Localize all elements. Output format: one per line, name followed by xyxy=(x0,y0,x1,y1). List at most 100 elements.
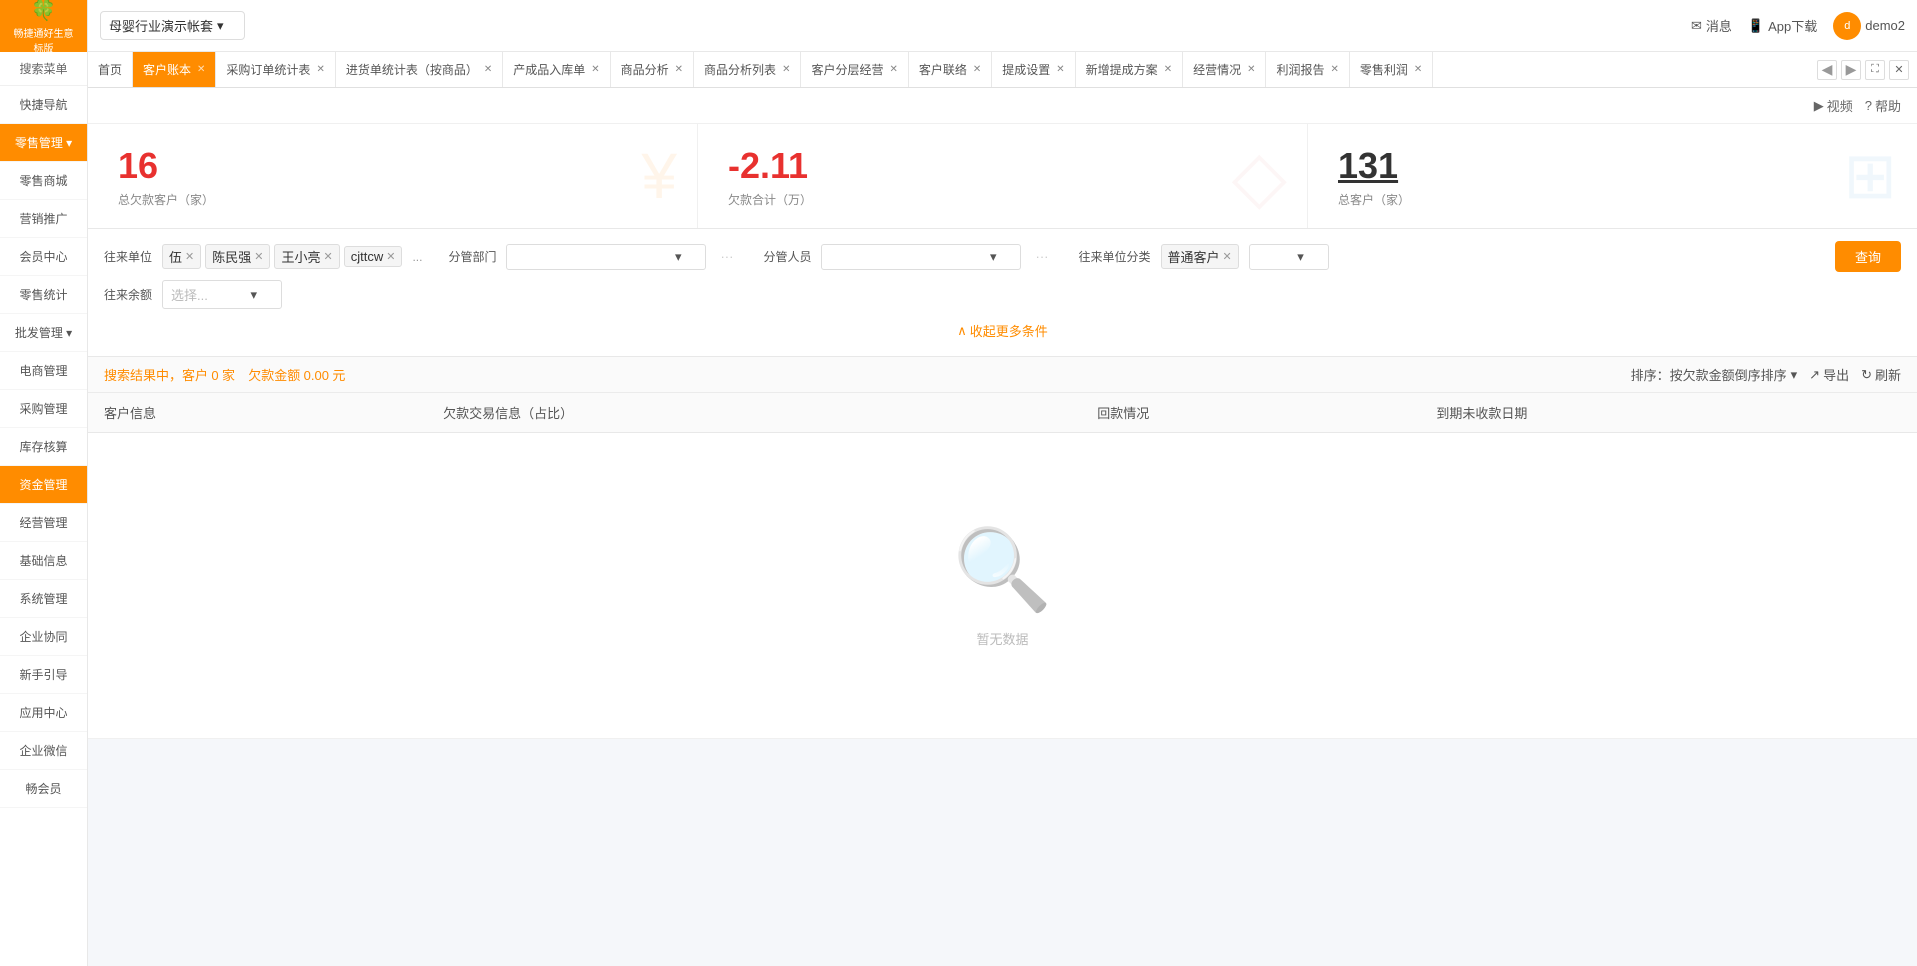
sort-chevron: ▾ xyxy=(1791,367,1798,383)
stat-card-1: ◇ -2.11 欠款合计（万） xyxy=(698,124,1308,228)
sidebar-item-10[interactable]: 经营管理 xyxy=(0,504,87,542)
sidebar-item-8[interactable]: 库存核算 xyxy=(0,428,87,466)
tab-11[interactable]: 经营情况✕ xyxy=(1183,52,1266,88)
tab-fullscreen[interactable]: ⛶ xyxy=(1865,60,1885,80)
tab-3[interactable]: 进货单统计表（按商品）✕ xyxy=(336,52,503,88)
message-icon: ✉ xyxy=(1691,18,1702,34)
tab-9[interactable]: 提成设置✕ xyxy=(992,52,1075,88)
tab-close-8[interactable]: ✕ xyxy=(973,64,981,75)
stat-card-2: ⊞ 131 总客户（家） xyxy=(1308,124,1917,228)
filter-more-btn[interactable]: ... xyxy=(412,250,422,264)
tab-close-6[interactable]: ✕ xyxy=(782,64,790,75)
tab-close-9[interactable]: ✕ xyxy=(1056,64,1064,75)
user-menu[interactable]: d demo2 xyxy=(1833,12,1905,40)
sidebar-item-11[interactable]: 基础信息 xyxy=(0,542,87,580)
person-select-extra[interactable]: ··· xyxy=(1035,249,1048,264)
tab-7[interactable]: 客户分层经营✕ xyxy=(801,52,908,88)
refresh-btn[interactable]: ↻ 刷新 xyxy=(1861,365,1901,384)
dept-select-extra[interactable]: ··· xyxy=(720,249,733,264)
tab-5[interactable]: 商品分析✕ xyxy=(611,52,694,88)
tab-8[interactable]: 客户联络✕ xyxy=(909,52,992,88)
filter-label-dept: 分管部门 xyxy=(448,248,496,265)
sidebar-item-14[interactable]: 新手引导 xyxy=(0,656,87,694)
quick-nav[interactable]: 快捷导航 xyxy=(0,86,87,124)
unit-tag-remove-0[interactable]: ✕ xyxy=(185,250,194,263)
message-btn[interactable]: ✉ 消息 xyxy=(1691,16,1732,35)
tab-1[interactable]: 客户账本✕ xyxy=(133,52,216,88)
category-select[interactable]: ▾ xyxy=(1249,244,1329,270)
tab-close-4[interactable]: ✕ xyxy=(591,64,599,75)
tab-close-11[interactable]: ✕ xyxy=(1247,64,1255,75)
sidebar-item-7[interactable]: 采购管理 xyxy=(0,390,87,428)
app-download-btn[interactable]: 📱 App下载 xyxy=(1748,16,1817,35)
sidebar-item-3[interactable]: 会员中心 xyxy=(0,238,87,276)
category-tag-0-remove[interactable]: ✕ xyxy=(1223,250,1232,263)
collapse-btn[interactable]: ∧ 收起更多条件 xyxy=(104,317,1901,344)
sidebar-item-16[interactable]: 企业微信 xyxy=(0,732,87,770)
tab-10[interactable]: 新增提成方案✕ xyxy=(1076,52,1183,88)
store-selector[interactable]: 母婴行业演示帐套 ▾ xyxy=(100,11,245,40)
unit-tag-3: cjttcw✕ xyxy=(344,246,403,267)
tab-4[interactable]: 产成品入库单✕ xyxy=(503,52,610,88)
sidebar-item-12[interactable]: 系统管理 xyxy=(0,580,87,618)
stat-value-2: 131 xyxy=(1338,144,1398,187)
sidebar-item-4[interactable]: 零售统计 xyxy=(0,276,87,314)
sidebar-item-1[interactable]: 零售商城 xyxy=(0,162,87,200)
person-select[interactable]: ▾ xyxy=(821,244,1021,270)
category-tag-0: 普通客户 ✕ xyxy=(1161,244,1239,269)
topbar-right: ✉ 消息 📱 App下载 d demo2 xyxy=(1691,12,1905,40)
video-link[interactable]: ▶ 视频 xyxy=(1814,96,1853,115)
unit-tag-0: 伍✕ xyxy=(162,244,201,269)
balance-select[interactable]: 选择... ▾ xyxy=(162,280,282,309)
tab-6[interactable]: 商品分析列表✕ xyxy=(694,52,801,88)
stats-section: ▶ 视频 ? 帮助 ¥ 16 总欠款客户（家） ◇ -2.11 欠款合计（万） … xyxy=(88,88,1917,229)
tab-close-7[interactable]: ✕ xyxy=(889,64,897,75)
download-icon: 📱 xyxy=(1748,18,1764,34)
unit-tag-remove-1[interactable]: ✕ xyxy=(254,250,263,263)
tab-13[interactable]: 零售利润✕ xyxy=(1350,52,1433,88)
dept-select[interactable]: ▾ xyxy=(506,244,706,270)
tab-close-10[interactable]: ✕ xyxy=(1164,64,1172,75)
result-actions: 排序：按欠款金额倒序排序 ▾ ↗ 导出 ↻ 刷新 xyxy=(1631,365,1901,384)
filter-row-2: 往来余额 选择... ▾ xyxy=(104,280,1901,309)
tab-close-1[interactable]: ✕ xyxy=(197,64,205,75)
tab-0[interactable]: 首页 xyxy=(88,52,133,88)
stat-label-2: 总客户（家） xyxy=(1338,191,1410,208)
sidebar-item-15[interactable]: 应用中心 xyxy=(0,694,87,732)
stats-bar: ¥ 16 总欠款客户（家） ◇ -2.11 欠款合计（万） ⊞ 131 总客户（… xyxy=(88,124,1917,229)
tab-scroll-right[interactable]: ▶ xyxy=(1841,60,1861,80)
tab-close-2[interactable]: ✕ xyxy=(316,64,324,75)
main-area: 母婴行业演示帐套 ▾ ✉ 消息 📱 App下载 d demo2 首页客户账本✕采… xyxy=(88,0,1917,966)
tab-2[interactable]: 采购订单统计表✕ xyxy=(216,52,335,88)
col-header-3: 到期未收款日期 xyxy=(1420,393,1917,433)
tab-close-5[interactable]: ✕ xyxy=(675,64,683,75)
sidebar-item-9[interactable]: 资金管理 xyxy=(0,466,87,504)
sort-select[interactable]: 排序：按欠款金额倒序排序 ▾ xyxy=(1631,365,1798,384)
filter-tags-category: 普通客户 ✕ xyxy=(1161,244,1239,269)
help-link[interactable]: ? 帮助 xyxy=(1865,96,1901,115)
tab-scroll-left[interactable]: ◀ xyxy=(1817,60,1837,80)
table-header-row: 客户信息欠款交易信息（占比）回款情况到期未收款日期 xyxy=(88,393,1917,433)
search-menu[interactable]: 搜索菜单 xyxy=(0,52,87,86)
stat-label-1: 欠款合计（万） xyxy=(728,191,812,208)
export-btn[interactable]: ↗ 导出 xyxy=(1809,365,1849,384)
filter-label-balance: 往来余额 xyxy=(104,286,152,303)
unit-tag-remove-3[interactable]: ✕ xyxy=(386,250,395,263)
tab-close-12[interactable]: ✕ xyxy=(1331,64,1339,75)
empty-state: 🔍 暂无数据 xyxy=(104,443,1901,728)
sidebar-item-17[interactable]: 畅会员 xyxy=(0,770,87,808)
query-button[interactable]: 查询 xyxy=(1835,241,1901,272)
sidebar-item-5[interactable]: 批发管理 ▾ xyxy=(0,314,87,352)
export-icon: ↗ xyxy=(1809,367,1820,383)
unit-tag-1: 陈民强✕ xyxy=(205,244,270,269)
tab-close-13[interactable]: ✕ xyxy=(1414,64,1422,75)
sidebar-item-0[interactable]: 零售管理 ▾ xyxy=(0,124,87,162)
tab-12[interactable]: 利润报告✕ xyxy=(1266,52,1349,88)
sidebar-item-2[interactable]: 营销推广 xyxy=(0,200,87,238)
top-links: ▶ 视频 ? 帮助 xyxy=(88,88,1917,124)
unit-tag-remove-2[interactable]: ✕ xyxy=(324,250,333,263)
tab-close-3[interactable]: ✕ xyxy=(484,64,492,75)
sidebar-item-13[interactable]: 企业协同 xyxy=(0,618,87,656)
tab-close-all[interactable]: ✕ xyxy=(1889,60,1909,80)
sidebar-item-6[interactable]: 电商管理 xyxy=(0,352,87,390)
